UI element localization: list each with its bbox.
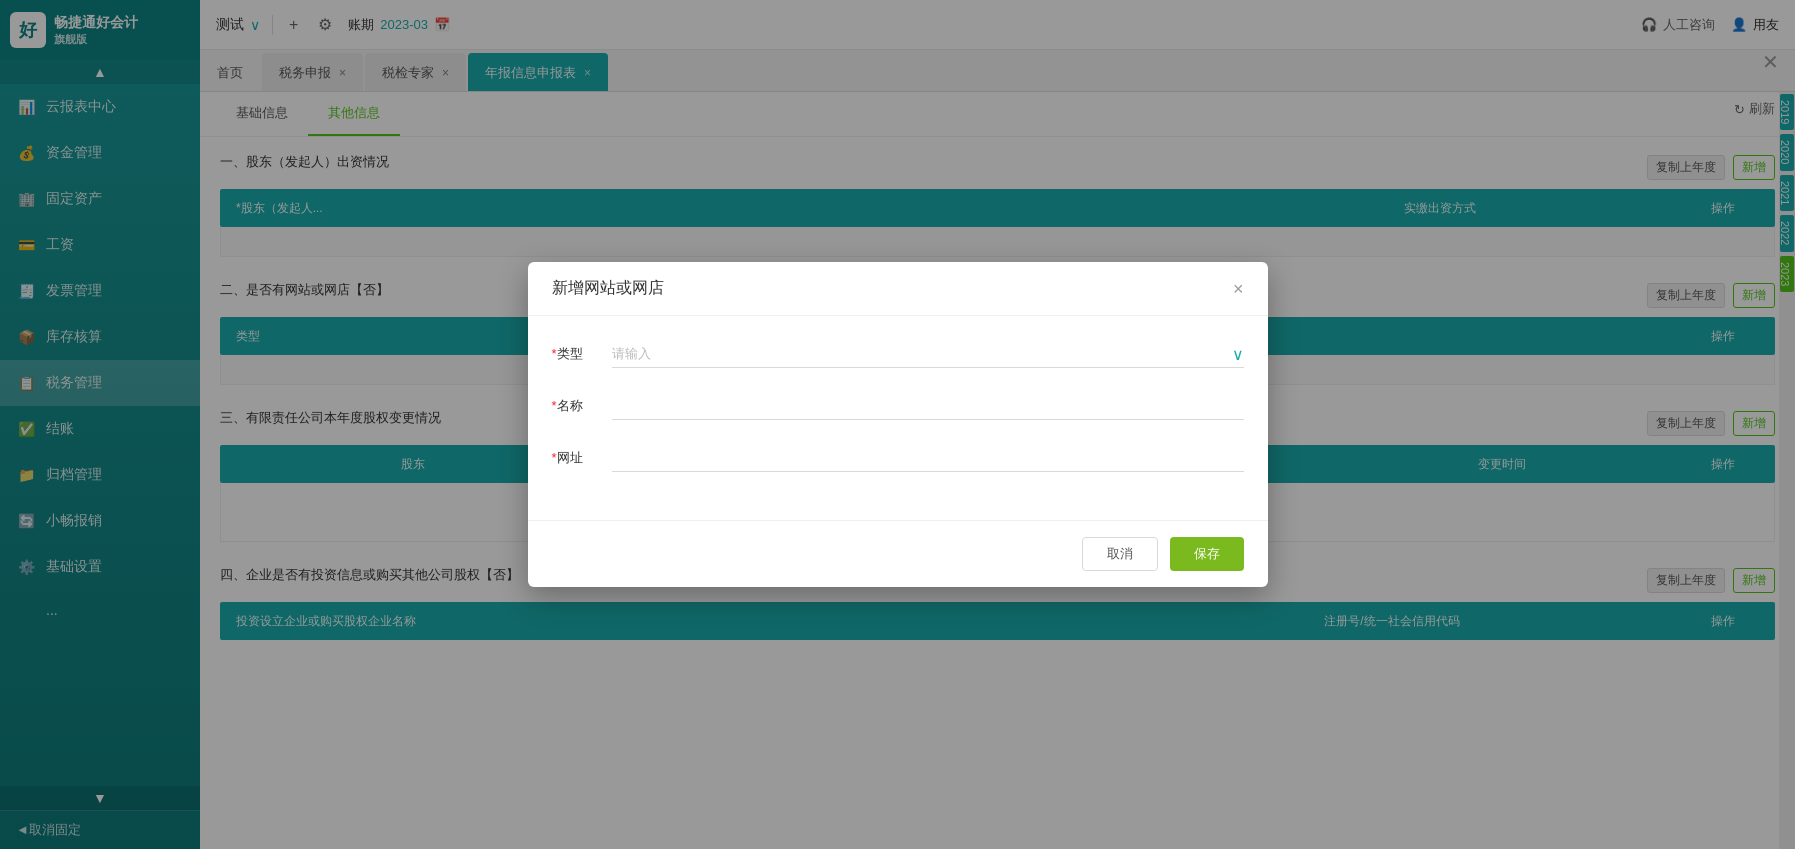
name-input[interactable] (612, 392, 1244, 420)
modal-footer: 取消 保存 (528, 520, 1268, 587)
field-name-wrap (612, 392, 1244, 420)
field-url-wrap (612, 444, 1244, 472)
field-type-wrap: ∨ (612, 340, 1244, 368)
cancel-button[interactable]: 取消 (1082, 537, 1158, 571)
url-input[interactable] (612, 444, 1244, 472)
modal-body: *类型 ∨ *名称 *网址 (528, 316, 1268, 520)
form-field-type: *类型 ∨ (552, 340, 1244, 368)
field-type-label: *类型 (552, 345, 612, 363)
field-name-label: *名称 (552, 397, 612, 415)
form-field-name: *名称 (552, 392, 1244, 420)
save-button[interactable]: 保存 (1170, 537, 1244, 571)
modal-overlay: 新增网站或网店 × *类型 ∨ *名称 (0, 0, 1795, 849)
modal-header: 新增网站或网店 × (528, 262, 1268, 316)
type-input[interactable] (612, 340, 1244, 368)
modal-add-website: 新增网站或网店 × *类型 ∨ *名称 (528, 262, 1268, 587)
form-field-url: *网址 (552, 444, 1244, 472)
field-url-label: *网址 (552, 449, 612, 467)
modal-title: 新增网站或网店 (552, 278, 664, 299)
dropdown-arrow-icon[interactable]: ∨ (1232, 345, 1244, 364)
modal-close-button[interactable]: × (1233, 280, 1244, 298)
